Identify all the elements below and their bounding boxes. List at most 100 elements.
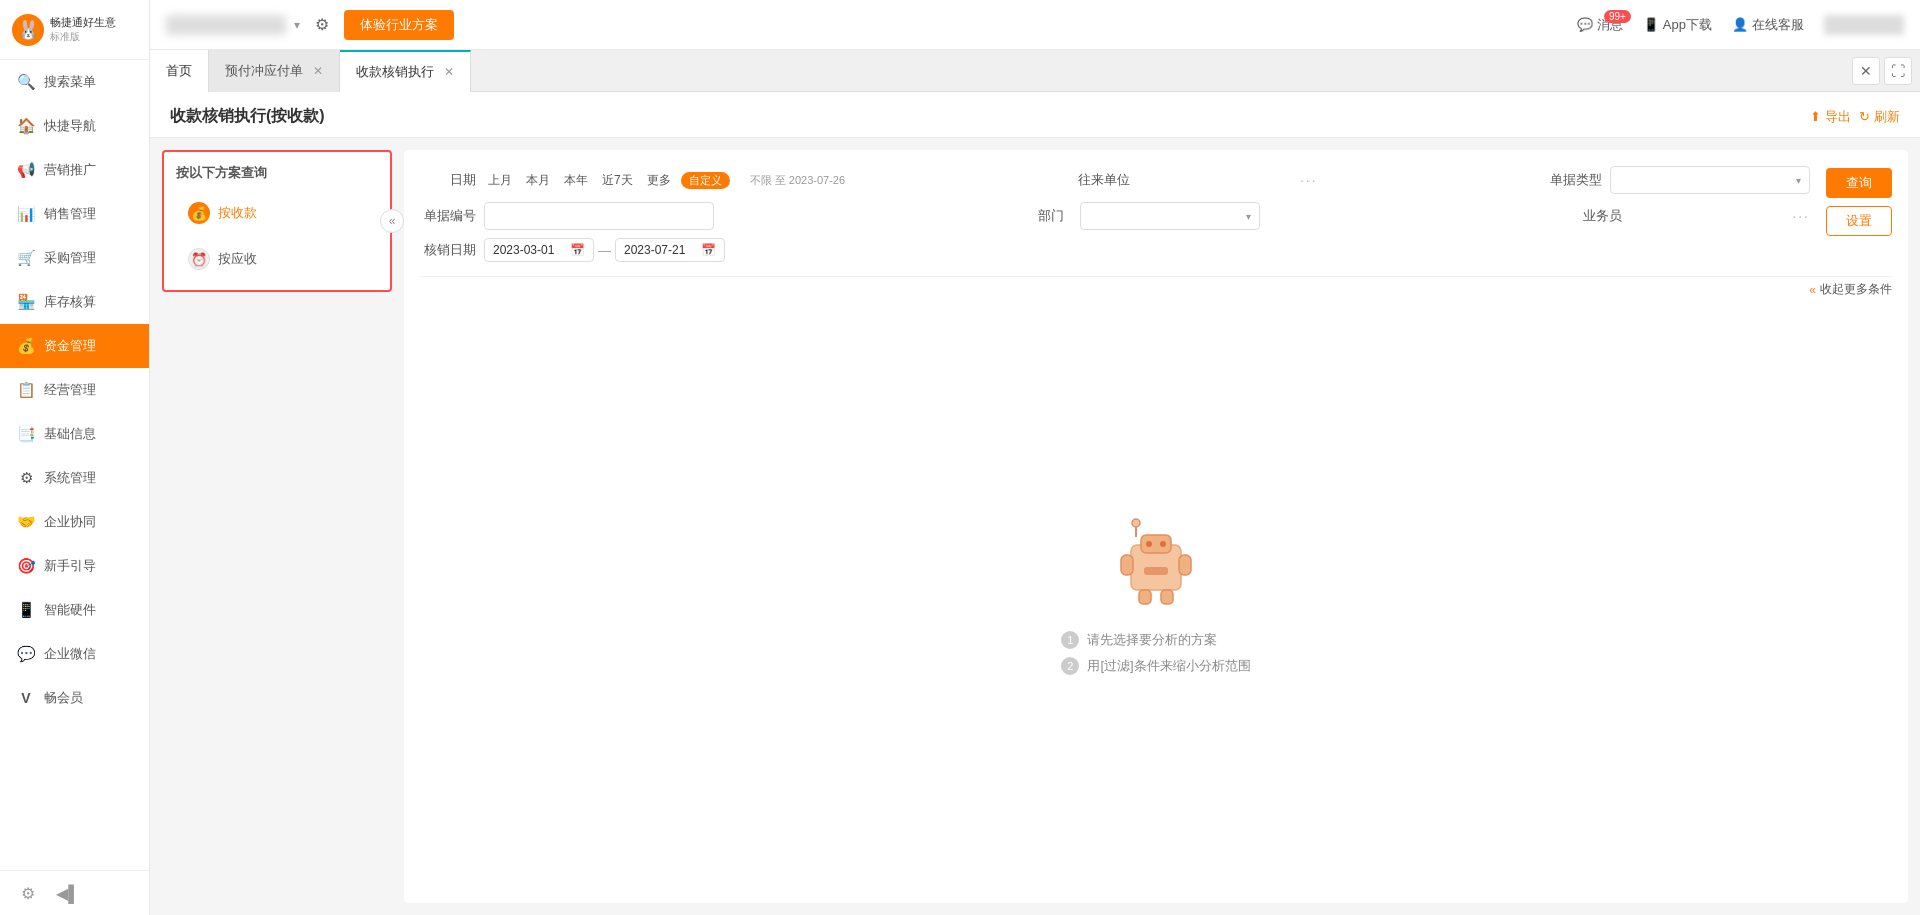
sidebar-item-inventory[interactable]: 🏪 库存核算: [0, 280, 149, 324]
sidebar-item-label: 库存核算: [44, 293, 96, 311]
custom-date-badge[interactable]: 自定义: [681, 172, 730, 189]
doctype-chevron-down-icon: ▾: [1796, 175, 1801, 186]
sidebar-nav: 🔍 搜索菜单 🏠 快捷导航 📢 营销推广 📊 销售管理 🛒 采购管理 🏪 库存核…: [0, 60, 149, 870]
sidebar-item-quick-nav[interactable]: 🏠 快捷导航: [0, 104, 149, 148]
staff-dots[interactable]: ···: [1792, 208, 1810, 224]
tip-num-2: 2: [1061, 657, 1079, 675]
qd-7days[interactable]: 近7天: [598, 170, 637, 191]
filter-collapse-button[interactable]: «: [380, 209, 404, 233]
sidebar-item-vip[interactable]: V 畅会员: [0, 676, 149, 720]
wechat-icon: 💬: [16, 644, 36, 664]
sidebar-item-basic[interactable]: 📑 基础信息: [0, 412, 149, 456]
tabbar: 首页 预付冲应付单 ✕ 收款核销执行 ✕ ✕ ⛶: [150, 50, 1920, 92]
user-info[interactable]: [1824, 15, 1904, 35]
sidebar-item-finance[interactable]: 💰 资金管理: [0, 324, 149, 368]
verify-date-end-input[interactable]: 2023-07-21 📅: [615, 238, 725, 262]
page-header: 收款核销执行(按收款) ⬆ 导出 ↻ 刷新: [150, 92, 1920, 138]
sidebar-item-label: 搜索菜单: [44, 73, 96, 91]
staff-group: 业务员 ···: [1583, 207, 1810, 225]
filter-receivable-icon: ⏰: [188, 248, 210, 270]
counterpart-label: 往来单位: [1078, 171, 1130, 189]
sidebar-item-purchase[interactable]: 🛒 采购管理: [0, 236, 149, 280]
tab-collection-close-icon[interactable]: ✕: [444, 65, 454, 79]
sidebar-item-enterprise[interactable]: 🤝 企业协同: [0, 500, 149, 544]
doctype-select[interactable]: ▾: [1610, 166, 1810, 194]
sidebar-item-system[interactable]: ⚙ 系统管理: [0, 456, 149, 500]
qd-more[interactable]: 更多: [643, 170, 675, 191]
counterpart-dots[interactable]: ···: [1300, 172, 1318, 188]
tab-prepay[interactable]: 预付冲应付单 ✕: [209, 50, 340, 92]
industry-button[interactable]: 体验行业方案: [344, 10, 454, 40]
app-label: App下载: [1663, 16, 1712, 34]
export-icon: ⬆: [1810, 109, 1821, 124]
app-download-button[interactable]: 📱 App下载: [1643, 16, 1712, 34]
date-separator: —: [598, 243, 611, 258]
logo-name: 畅捷通好生意: [50, 15, 116, 30]
svg-rect-5: [1121, 555, 1133, 575]
sidebar-item-search[interactable]: 🔍 搜索菜单: [0, 60, 149, 104]
sidebar-item-sales[interactable]: 📊 销售管理: [0, 192, 149, 236]
setting-button[interactable]: 设置: [1826, 206, 1892, 236]
dept-select[interactable]: ▾: [1080, 202, 1260, 230]
export-button[interactable]: ⬆ 导出: [1810, 108, 1851, 126]
filter-item-label: 按应收: [218, 250, 257, 268]
calendar-start-icon[interactable]: 📅: [570, 243, 585, 257]
date-group: 日期 上月 本月 本年 近7天 更多 自定义: [420, 170, 730, 191]
dept-group: 部门 ▾: [1038, 202, 1260, 230]
tab-collection[interactable]: 收款核销执行 ✕: [340, 50, 471, 92]
sidebar-item-label: 销售管理: [44, 205, 96, 223]
message-button[interactable]: 💬 消息 99+: [1577, 16, 1623, 34]
guide-icon: 🎯: [16, 556, 36, 576]
svg-rect-7: [1139, 590, 1151, 604]
sidebar-item-label: 基础信息: [44, 425, 96, 443]
filter-item-by-receivable[interactable]: ⏰ 按应收: [176, 240, 378, 278]
content-area: 收款核销执行(按收款) ⬆ 导出 ↻ 刷新 按以下方案查询 💰: [150, 92, 1920, 915]
online-service-button[interactable]: 👤 在线客服: [1732, 16, 1804, 34]
search-icon: 🔍: [16, 72, 36, 92]
topbar-gear-icon[interactable]: ⚙: [308, 11, 336, 39]
query-button[interactable]: 查询: [1826, 168, 1892, 198]
svg-rect-4: [1144, 567, 1168, 575]
svg-rect-6: [1179, 555, 1191, 575]
sidebar-item-hardware[interactable]: 📱 智能硬件: [0, 588, 149, 632]
close-tab-icon[interactable]: ✕: [1852, 57, 1880, 85]
tab-home[interactable]: 首页: [150, 50, 209, 92]
sidebar-item-wechat[interactable]: 💬 企业微信: [0, 632, 149, 676]
tip-text-2: 用[过滤]条件来缩小分析范围: [1087, 657, 1250, 675]
sidebar-item-label: 企业微信: [44, 645, 96, 663]
filter-items: 💰 按收款 ⏰ 按应收: [176, 194, 378, 278]
calendar-end-icon[interactable]: 📅: [701, 243, 716, 257]
filter-item-by-collection[interactable]: 💰 按收款: [176, 194, 378, 232]
docno-input[interactable]: [484, 202, 714, 230]
filter-title: 按以下方案查询: [176, 164, 378, 182]
refresh-button[interactable]: ↻ 刷新: [1859, 108, 1900, 126]
collapse-more-button[interactable]: « 收起更多条件: [420, 276, 1892, 302]
sales-icon: 📊: [16, 204, 36, 224]
sidebar-item-marketing[interactable]: 📢 营销推广: [0, 148, 149, 192]
settings-icon[interactable]: ⚙: [16, 881, 40, 905]
collapse-chevron-icon: «: [1809, 283, 1816, 297]
qd-last-month[interactable]: 上月: [484, 170, 516, 191]
verify-date-start-input[interactable]: 2023-03-01 📅: [484, 238, 594, 262]
svg-rect-8: [1161, 590, 1173, 604]
operation-icon: 📋: [16, 380, 36, 400]
qd-this-month[interactable]: 本月: [522, 170, 554, 191]
tip-text-1: 请先选择要分析的方案: [1087, 631, 1217, 649]
qd-this-year[interactable]: 本年: [560, 170, 592, 191]
sidebar-item-label: 新手引导: [44, 557, 96, 575]
expand-icon[interactable]: ⛶: [1884, 57, 1912, 85]
collapse-sidebar-icon[interactable]: ◀▌: [56, 881, 80, 905]
sidebar-item-guide[interactable]: 🎯 新手引导: [0, 544, 149, 588]
dept-chevron-down-icon: ▾: [1246, 211, 1251, 222]
refresh-icon: ↻: [1859, 109, 1870, 124]
doctype-label: 单据类型: [1550, 171, 1602, 189]
right-content: 日期 上月 本月 本年 近7天 更多 自定义: [404, 150, 1908, 903]
search-form: 日期 上月 本月 本年 近7天 更多 自定义: [420, 166, 1892, 302]
tab-prepay-close-icon[interactable]: ✕: [313, 64, 323, 78]
page-title: 收款核销执行(按收款): [170, 106, 325, 127]
quick-dates: 上月 本月 本年 近7天 更多 自定义: [484, 170, 730, 191]
chevron-down-icon[interactable]: ▾: [294, 18, 300, 32]
collapse-more-label: 收起更多条件: [1820, 281, 1892, 298]
sidebar-item-operation[interactable]: 📋 经营管理: [0, 368, 149, 412]
app-icon: 📱: [1643, 17, 1659, 32]
